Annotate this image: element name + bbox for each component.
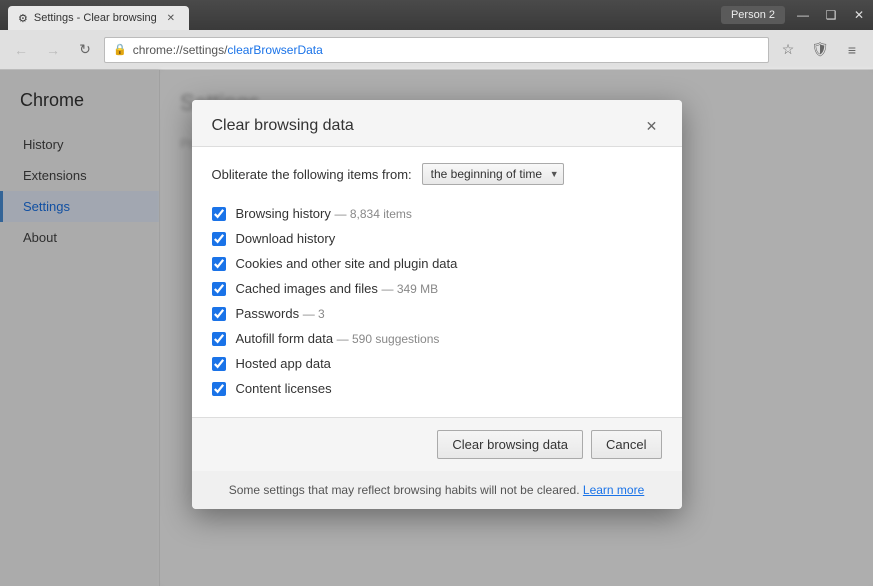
menu-button[interactable]: ≡ <box>839 37 865 63</box>
clear-browsing-data-button[interactable]: Clear browsing data <box>437 430 583 459</box>
tab-icon: ⚙ <box>18 12 28 25</box>
cookies-label[interactable]: Cookies and other site and plugin data <box>236 256 458 271</box>
checkbox-passwords-input[interactable] <box>212 307 226 321</box>
download-history-label[interactable]: Download history <box>236 231 336 246</box>
dialog-header: Clear browsing data ✕ <box>192 100 682 147</box>
learn-more-link[interactable]: Learn more <box>583 483 644 497</box>
main-area: Chrome History Extensions Settings About… <box>0 70 873 586</box>
obliterate-row: Obliterate the following items from: the… <box>212 163 662 185</box>
tab-area: ⚙ Settings - Clear browsing ✕ <box>8 0 721 30</box>
shield-button[interactable]: 🛡 <box>807 37 833 63</box>
cancel-button[interactable]: Cancel <box>591 430 661 459</box>
restore-button[interactable]: ❑ <box>817 0 845 30</box>
address-highlight: clearBrowserData <box>227 43 322 57</box>
titlebar: ⚙ Settings - Clear browsing ✕ Person 2 —… <box>0 0 873 30</box>
cache-label[interactable]: Cached images and files — 349 MB <box>236 281 439 296</box>
page-icon: 🔒 <box>113 43 127 56</box>
back-button[interactable]: ← <box>8 37 34 63</box>
checkbox-passwords: Passwords — 3 <box>212 301 662 326</box>
dialog-footer: Clear browsing data Cancel <box>192 417 682 471</box>
autofill-label[interactable]: Autofill form data — 590 suggestions <box>236 331 440 346</box>
obliterate-label: Obliterate the following items from: <box>212 167 412 182</box>
checkbox-download-history: Download history <box>212 226 662 251</box>
time-range-select[interactable]: the beginning of timethe past hourthe pa… <box>422 163 564 185</box>
time-select-wrapper: the beginning of timethe past hourthe pa… <box>422 163 564 185</box>
bookmark-button[interactable]: ☆ <box>775 37 801 63</box>
toolbar: ← → ↻ 🔒 chrome://settings/clearBrowserDa… <box>0 30 873 70</box>
dialog-note: Some settings that may reflect browsing … <box>192 471 682 509</box>
dialog-body: Obliterate the following items from: the… <box>192 147 682 417</box>
checkbox-content-licenses-input[interactable] <box>212 382 226 396</box>
checkbox-browsing-history: Browsing history — 8,834 items <box>212 201 662 226</box>
checkbox-autofill-input[interactable] <box>212 332 226 346</box>
address-text: chrome://settings/clearBrowserData <box>133 43 760 57</box>
passwords-label[interactable]: Passwords — 3 <box>236 306 325 321</box>
active-tab[interactable]: ⚙ Settings - Clear browsing ✕ <box>8 6 189 30</box>
clear-browsing-dialog: Clear browsing data ✕ Obliterate the fol… <box>192 100 682 509</box>
minimize-button[interactable]: — <box>789 0 817 30</box>
dialog-title: Clear browsing data <box>212 117 354 135</box>
titlebar-controls: Person 2 — ❑ ✕ <box>721 0 873 30</box>
address-bar[interactable]: 🔒 chrome://settings/clearBrowserData <box>104 37 769 63</box>
tab-close-button[interactable]: ✕ <box>163 10 179 26</box>
checkbox-download-history-input[interactable] <box>212 232 226 246</box>
forward-button[interactable]: → <box>40 37 66 63</box>
checkbox-cache-input[interactable] <box>212 282 226 296</box>
modal-overlay: Clear browsing data ✕ Obliterate the fol… <box>0 70 873 586</box>
dialog-note-text: Some settings that may reflect browsing … <box>229 483 580 497</box>
checkbox-cookies-input[interactable] <box>212 257 226 271</box>
hosted-app-label[interactable]: Hosted app data <box>236 356 331 371</box>
reload-button[interactable]: ↻ <box>72 37 98 63</box>
checkbox-browsing-history-input[interactable] <box>212 207 226 221</box>
checkbox-content-licenses: Content licenses <box>212 376 662 401</box>
checkbox-hosted-app-input[interactable] <box>212 357 226 371</box>
dialog-close-button[interactable]: ✕ <box>642 116 662 136</box>
checkbox-autofill: Autofill form data — 590 suggestions <box>212 326 662 351</box>
checkbox-hosted-app: Hosted app data <box>212 351 662 376</box>
checkbox-cache: Cached images and files — 349 MB <box>212 276 662 301</box>
window-close-button[interactable]: ✕ <box>845 0 873 30</box>
tab-title: Settings - Clear browsing <box>34 12 157 24</box>
content-licenses-label[interactable]: Content licenses <box>236 381 332 396</box>
person-button[interactable]: Person 2 <box>721 6 785 24</box>
checkbox-cookies: Cookies and other site and plugin data <box>212 251 662 276</box>
browsing-history-label[interactable]: Browsing history — 8,834 items <box>236 206 412 221</box>
